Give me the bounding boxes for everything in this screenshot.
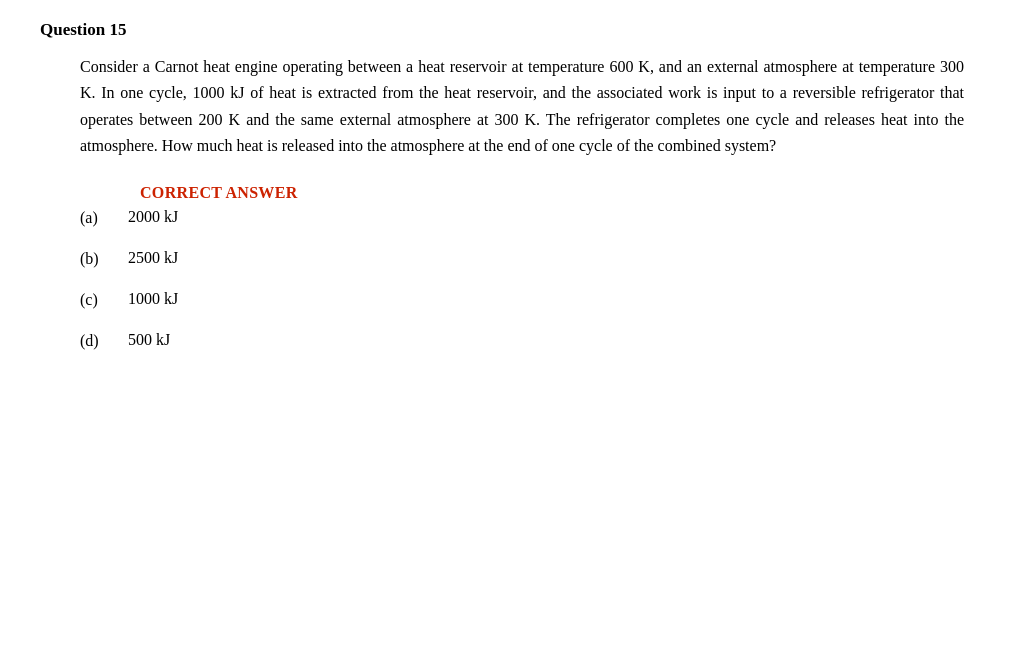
option-c-text: 1000 kJ <box>128 290 178 308</box>
question-number: Question 15 <box>40 20 126 39</box>
option-d-text: 500 kJ <box>128 331 170 349</box>
option-c-letter: (c) <box>80 290 128 309</box>
question-text: Consider a Carnot heat engine operating … <box>80 58 964 154</box>
page-container: Question 15 Consider a Carnot heat engin… <box>0 0 1024 656</box>
option-a-text: 2000 kJ <box>128 208 178 226</box>
option-b: (b) 2500 kJ <box>80 249 984 268</box>
option-c: (c) 1000 kJ <box>80 290 984 309</box>
question-header: Question 15 <box>40 20 984 40</box>
option-b-letter: (b) <box>80 249 128 268</box>
option-a: (a) 2000 kJ <box>80 208 984 227</box>
correct-answer-label: CORRECT ANSWER <box>140 184 984 202</box>
option-a-letter: (a) <box>80 208 128 227</box>
option-b-text: 2500 kJ <box>128 249 178 267</box>
option-d: (d) 500 kJ <box>80 331 984 350</box>
option-d-letter: (d) <box>80 331 128 350</box>
question-body: Consider a Carnot heat engine operating … <box>80 54 964 160</box>
answer-section: CORRECT ANSWER (a) 2000 kJ (b) 2500 kJ (… <box>80 184 984 350</box>
